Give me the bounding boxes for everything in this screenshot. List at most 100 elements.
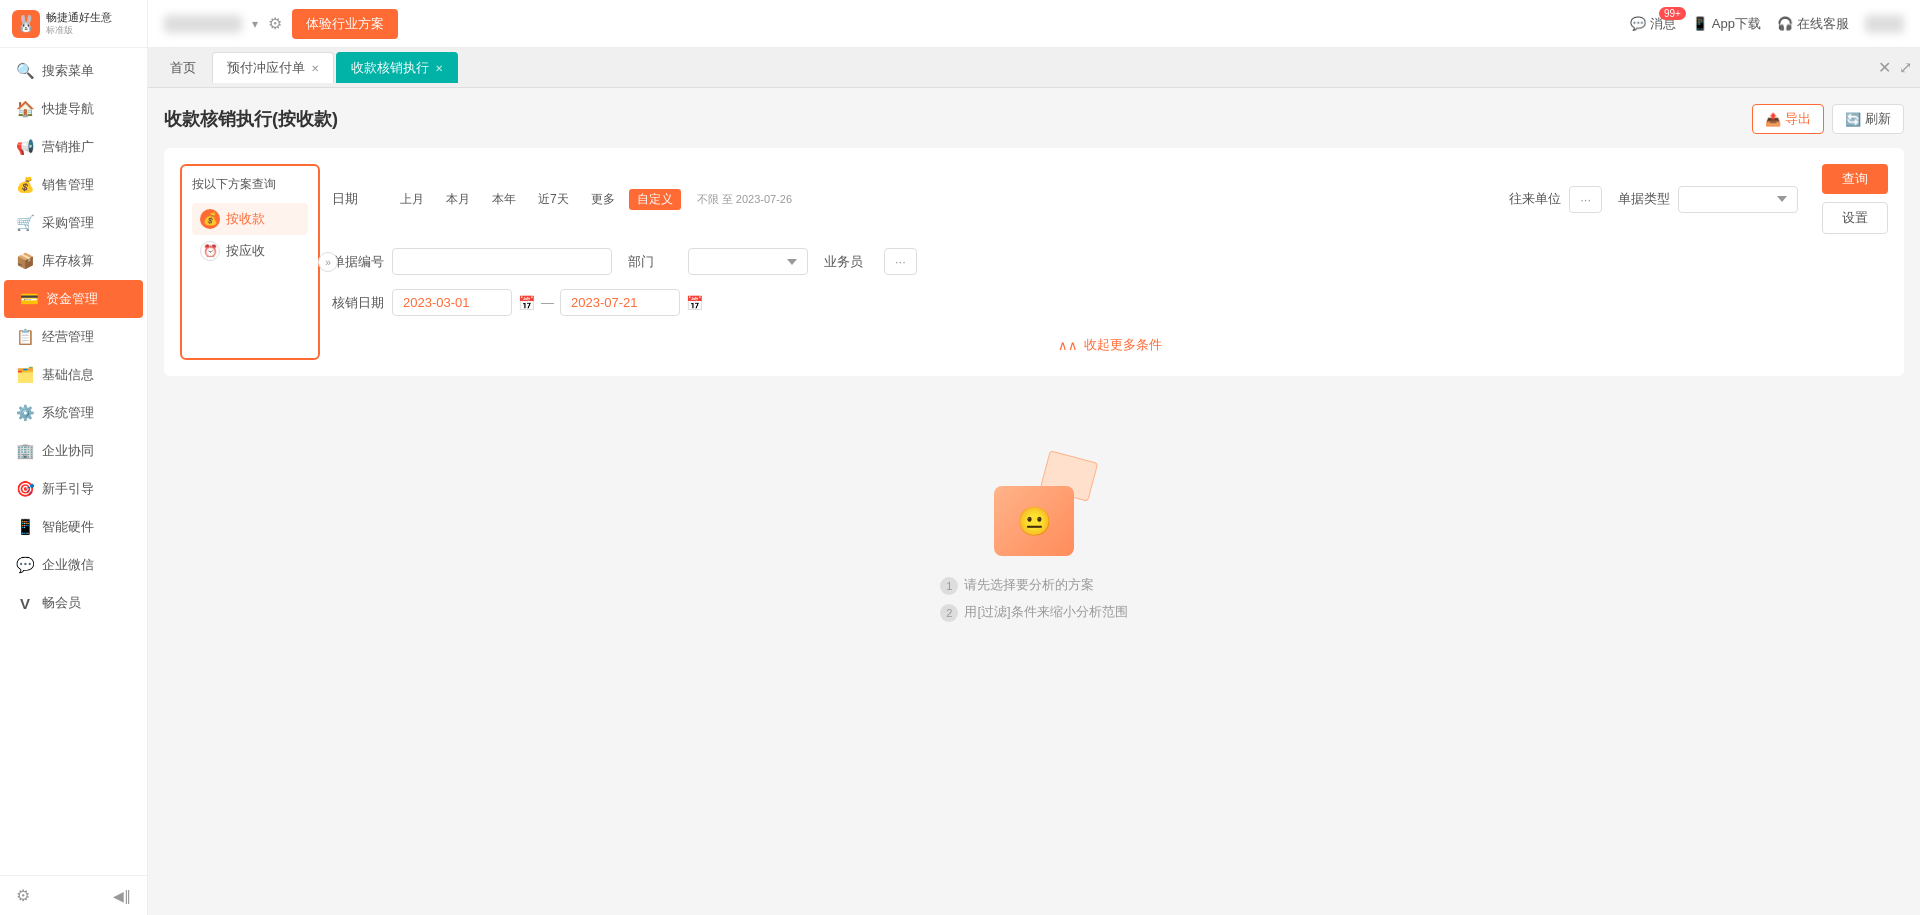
collapse-more-label: 收起更多条件 [1084, 336, 1162, 354]
write-off-end-calendar-icon[interactable]: 📅 [686, 295, 703, 311]
wechat-icon: 💬 [16, 556, 34, 574]
sidebar-item-quicknav[interactable]: 🏠 快捷导航 [0, 90, 147, 128]
sidebar-collapse-button[interactable]: ◀‖ [113, 888, 131, 904]
empty-hints: 1 请先选择要分析的方案 2 用[过滤]条件来缩小分析范围 [940, 576, 1127, 630]
by-receipt-label: 按收款 [226, 210, 265, 228]
page-header: 收款核销执行(按收款) 📤 导出 🔄 刷新 [164, 104, 1904, 134]
sidebar-item-search[interactable]: 🔍 搜索菜单 [0, 52, 147, 90]
sidebar-item-label: 畅会员 [42, 594, 81, 612]
no-limit-date-display: 不限 至 2023-07-26 [697, 192, 792, 207]
tab-prepay-close-icon[interactable]: ✕ [311, 63, 319, 74]
empty-hint-2: 2 用[过滤]条件来缩小分析范围 [940, 603, 1127, 622]
no-limit-date-text: 不限 至 2023-07-26 [697, 192, 792, 207]
collapse-more-button[interactable]: ∧∧ 收起更多条件 [332, 330, 1888, 360]
filter-row-2: 单据编号 部门 业务员 ··· [332, 248, 1888, 275]
write-off-start-input[interactable] [392, 289, 512, 316]
write-off-start-calendar-icon[interactable]: 📅 [518, 295, 535, 311]
filter-row-1: 日期 上月 本月 本年 近7天 更多 自定义 不限 至 2023-07-26 [332, 164, 1888, 234]
sidebar-item-purchase[interactable]: 🛒 采购管理 [0, 204, 147, 242]
tab-expand-icon[interactable]: ⤢ [1899, 58, 1912, 77]
filter-option-by-receipt[interactable]: 💰 按收款 [192, 203, 308, 235]
collapse-up-icon: ∧∧ [1058, 338, 1078, 353]
quick-dates: 上月 本月 本年 近7天 更多 自定义 [392, 188, 681, 211]
quick-date-this-year[interactable]: 本年 [484, 188, 524, 211]
sidebar-item-enterprise[interactable]: 🏢 企业协同 [0, 432, 147, 470]
sidebar-item-marketing[interactable]: 📢 营销推广 [0, 128, 147, 166]
refresh-button[interactable]: 🔄 刷新 [1832, 104, 1904, 134]
topbar-settings-icon[interactable]: ⚙ [268, 14, 282, 33]
app-icon: 📱 [1692, 16, 1708, 31]
sidebar-item-operation[interactable]: 📋 经营管理 [0, 318, 147, 356]
app-download-button[interactable]: 📱 App下载 [1692, 15, 1761, 33]
sidebar-item-label: 资金管理 [46, 290, 98, 308]
filter-scheme-sidebar: 按以下方案查询 💰 按收款 ⏰ 按应收 » [180, 164, 320, 360]
tab-prepay-label: 预付冲应付单 [227, 59, 305, 77]
hint-1-number: 1 [940, 577, 958, 595]
topbar-chevron-icon[interactable]: ▾ [252, 17, 258, 31]
empty-illustration: 😐 [974, 456, 1094, 556]
tab-receipt-offset[interactable]: 收款核销执行 ✕ [336, 52, 458, 83]
by-receivable-icon: ⏰ [200, 241, 220, 261]
by-receivable-label: 按应收 [226, 242, 265, 260]
tab-receipt-close-icon[interactable]: ✕ [435, 63, 443, 74]
voucher-type-filter-item: 单据类型 [1618, 186, 1798, 213]
solution-button[interactable]: 体验行业方案 [292, 9, 398, 39]
sidebar-item-label: 库存核算 [42, 252, 94, 270]
sidebar-item-member[interactable]: V 畅会员 [0, 584, 147, 622]
sidebar-item-inventory[interactable]: 📦 库存核算 [0, 242, 147, 280]
filter-sidebar-collapse-button[interactable]: » [318, 252, 338, 272]
staff-select-button[interactable]: ··· [884, 248, 917, 275]
empty-hint-1: 1 请先选择要分析的方案 [940, 576, 1127, 595]
department-select[interactable] [688, 248, 808, 275]
sidebar-item-label: 经营管理 [42, 328, 94, 346]
sidebar-item-label: 搜索菜单 [42, 62, 94, 80]
filter-option-by-receivable[interactable]: ⏰ 按应收 [192, 235, 308, 267]
quick-date-this-month[interactable]: 本月 [438, 188, 478, 211]
sidebar-item-wechat[interactable]: 💬 企业微信 [0, 546, 147, 584]
sidebar-item-sales[interactable]: 💰 销售管理 [0, 166, 147, 204]
sidebar-item-basic[interactable]: 🗂️ 基础信息 [0, 356, 147, 394]
filter-panel: 按以下方案查询 💰 按收款 ⏰ 按应收 » 日期 [164, 148, 1904, 376]
sidebar-item-guide[interactable]: 🎯 新手引导 [0, 470, 147, 508]
message-badge: 99+ [1659, 7, 1686, 20]
query-button[interactable]: 查询 [1822, 164, 1888, 194]
refresh-icon: 🔄 [1845, 112, 1861, 127]
sidebar-item-system[interactable]: ⚙️ 系统管理 [0, 394, 147, 432]
search-icon: 🔍 [16, 62, 34, 80]
settings-icon[interactable]: ⚙ [16, 886, 30, 905]
export-icon: 📤 [1765, 112, 1781, 127]
sidebar-nav: 🔍 搜索菜单 🏠 快捷导航 📢 营销推广 💰 销售管理 🛒 采购管理 📦 库存核… [0, 48, 147, 875]
sidebar-logo: 🐰 畅捷通好生意 标准版 [0, 0, 147, 48]
message-button[interactable]: 💬 消息 99+ [1630, 15, 1676, 33]
hint-2-text: 用[过滤]条件来缩小分析范围 [964, 603, 1127, 621]
sidebar: 🐰 畅捷通好生意 标准版 🔍 搜索菜单 🏠 快捷导航 📢 营销推广 💰 销售管理… [0, 0, 148, 915]
voucher-type-select[interactable] [1678, 186, 1798, 213]
tab-home[interactable]: 首页 [156, 53, 210, 83]
purchase-icon: 🛒 [16, 214, 34, 232]
voucher-num-input[interactable] [392, 248, 612, 275]
tab-receipt-label: 收款核销执行 [351, 59, 429, 77]
online-service-button[interactable]: 🎧 在线客服 [1777, 15, 1849, 33]
date-separator: — [541, 295, 554, 310]
partner-label: 往来单位 [1509, 190, 1561, 208]
sidebar-item-label: 快捷导航 [42, 100, 94, 118]
topbar-right: 💬 消息 99+ 📱 App下载 🎧 在线客服 用户名 [1630, 15, 1904, 33]
export-button[interactable]: 📤 导出 [1752, 104, 1824, 134]
empty-face-icon: 😐 [1017, 505, 1052, 538]
online-service-label: 在线客服 [1797, 15, 1849, 33]
settings-button[interactable]: 设置 [1822, 202, 1888, 234]
tab-prepay[interactable]: 预付冲应付单 ✕ [212, 52, 334, 83]
custom-date-badge[interactable]: 自定义 [629, 189, 681, 210]
quick-date-more[interactable]: 更多 [583, 188, 623, 211]
basic-icon: 🗂️ [16, 366, 34, 384]
write-off-end-input[interactable] [560, 289, 680, 316]
hardware-icon: 📱 [16, 518, 34, 536]
sidebar-item-hardware[interactable]: 📱 智能硬件 [0, 508, 147, 546]
enterprise-icon: 🏢 [16, 442, 34, 460]
sidebar-item-label: 智能硬件 [42, 518, 94, 536]
quick-date-last-month[interactable]: 上月 [392, 188, 432, 211]
quick-date-7days[interactable]: 近7天 [530, 188, 577, 211]
tab-close-all-icon[interactable]: ✕ [1878, 58, 1891, 77]
partner-select-button[interactable]: ··· [1569, 186, 1602, 213]
sidebar-item-finance[interactable]: 💳 资金管理 [4, 280, 143, 318]
